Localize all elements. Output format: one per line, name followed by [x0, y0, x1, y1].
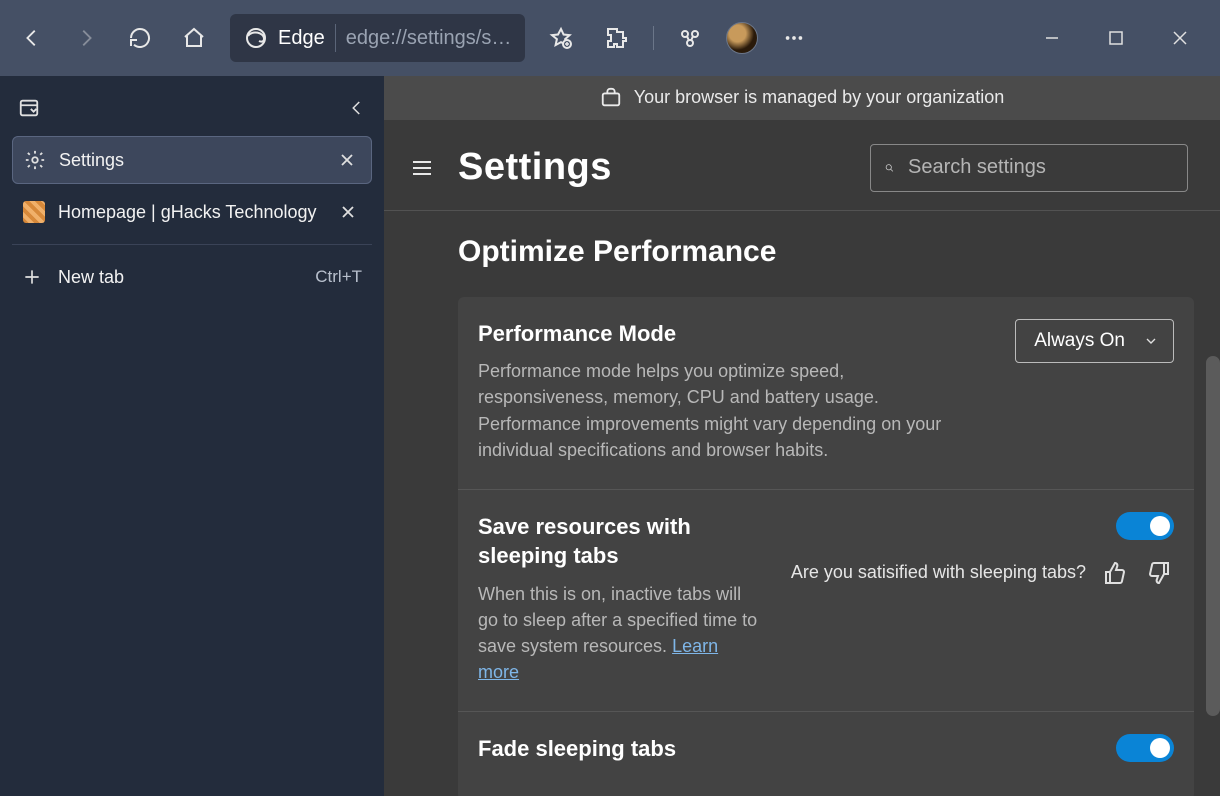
address-bar[interactable]: Edge edge://settings/s…	[230, 14, 525, 62]
forward-button[interactable]	[62, 14, 110, 62]
tab-ghacks[interactable]: Homepage | gHacks Technology	[12, 188, 372, 236]
settings-content: Optimize Performance Performance Mode Pe…	[384, 211, 1220, 796]
site-label: Edge	[278, 27, 325, 50]
fade-sleeping-toggle[interactable]	[1116, 734, 1174, 762]
window-controls	[1020, 14, 1212, 62]
thumbs-down-button[interactable]	[1144, 558, 1174, 588]
setting-desc: When this is on, inactive tabs will go t…	[478, 581, 758, 685]
new-tab-button[interactable]: New tab Ctrl+T	[12, 253, 372, 301]
minimize-button[interactable]	[1020, 14, 1084, 62]
settings-header: Settings	[384, 120, 1220, 210]
browser-toolbar: Edge edge://settings/s…	[0, 0, 1220, 76]
managed-text: Your browser is managed by your organiza…	[634, 87, 1005, 108]
settings-menu-button[interactable]	[406, 152, 438, 184]
settings-list: Performance Mode Performance mode helps …	[458, 297, 1194, 796]
toolbar-right	[541, 14, 814, 62]
page-title: Settings	[458, 146, 612, 189]
favorite-button[interactable]	[541, 14, 581, 62]
setting-fade-sleeping: Fade sleeping tabs	[458, 712, 1194, 796]
back-button[interactable]	[8, 14, 56, 62]
close-tab-button[interactable]	[333, 146, 361, 174]
refresh-button[interactable]	[116, 14, 164, 62]
site-identity: Edge	[244, 26, 325, 50]
profile-avatar[interactable]	[726, 22, 758, 54]
tab-settings[interactable]: Settings	[12, 136, 372, 184]
dropdown-value: Always On	[1034, 330, 1125, 352]
collections-button[interactable]	[670, 14, 710, 62]
close-window-button[interactable]	[1148, 14, 1212, 62]
extensions-button[interactable]	[597, 14, 637, 62]
setting-desc: Performance mode helps you optimize spee…	[478, 358, 974, 462]
chevron-down-icon	[1143, 333, 1159, 349]
close-tab-button[interactable]	[334, 198, 362, 226]
new-tab-shortcut: Ctrl+T	[315, 267, 362, 287]
new-tab-label: New tab	[58, 267, 299, 288]
search-settings[interactable]	[870, 144, 1188, 192]
setting-sleeping-tabs: Save resources with sleeping tabs When t…	[458, 490, 1194, 713]
section-title: Optimize Performance	[458, 235, 1194, 269]
gear-icon	[23, 148, 47, 172]
tab-actions-button[interactable]	[18, 97, 40, 119]
search-input[interactable]	[908, 156, 1173, 179]
managed-banner: Your browser is managed by your organiza…	[384, 76, 1220, 120]
sleeping-tabs-toggle[interactable]	[1116, 512, 1174, 540]
performance-mode-dropdown[interactable]: Always On	[1015, 319, 1174, 363]
tab-label: Settings	[59, 150, 321, 171]
edge-icon	[244, 26, 268, 50]
maximize-button[interactable]	[1084, 14, 1148, 62]
settings-main: Your browser is managed by your organiza…	[384, 76, 1220, 796]
scrollbar-thumb[interactable]	[1206, 356, 1220, 716]
feedback-text: Are you satisified with sleeping tabs?	[791, 562, 1086, 583]
collapse-tabs-button[interactable]	[348, 99, 366, 117]
url-text: edge://settings/s…	[346, 27, 512, 50]
home-button[interactable]	[170, 14, 218, 62]
setting-title: Save resources with sleeping tabs	[478, 512, 758, 571]
tab-label: Homepage | gHacks Technology	[58, 202, 322, 223]
divider	[12, 244, 372, 245]
briefcase-icon	[600, 87, 622, 109]
setting-title: Fade sleeping tabs	[478, 734, 974, 764]
feedback-prompt: Are you satisified with sleeping tabs?	[791, 558, 1174, 588]
menu-button[interactable]	[774, 14, 814, 62]
vertical-tabs-sidebar: Settings Homepage | gHacks Technology Ne…	[0, 76, 384, 796]
separator	[335, 24, 336, 52]
separator	[653, 26, 654, 50]
ghacks-favicon	[22, 200, 46, 224]
plus-icon	[22, 267, 42, 287]
search-icon	[885, 157, 894, 179]
setting-performance-mode: Performance Mode Performance mode helps …	[458, 297, 1194, 490]
thumbs-up-button[interactable]	[1100, 558, 1130, 588]
setting-title: Performance Mode	[478, 319, 974, 349]
